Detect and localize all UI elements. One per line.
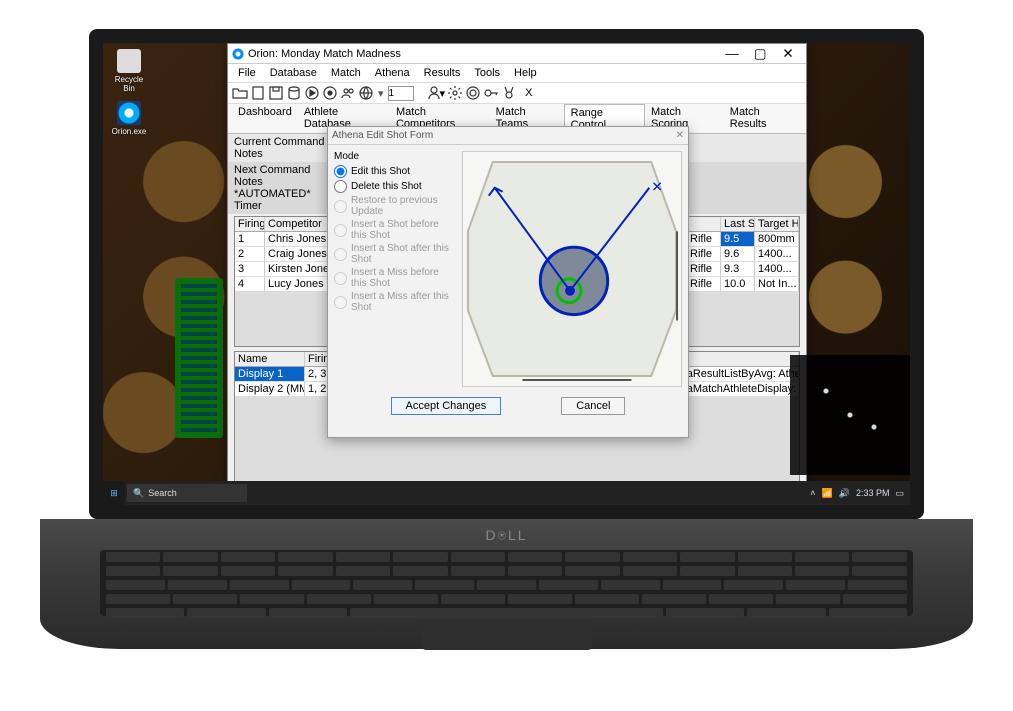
person-dropdown-icon[interactable]: ▾	[440, 87, 446, 100]
tray-chevron-icon[interactable]: ˄	[810, 488, 815, 498]
new-doc-icon[interactable]	[250, 85, 266, 101]
svg-text:✕: ✕	[651, 179, 663, 195]
close-button[interactable]: ✕	[774, 46, 802, 62]
record-icon[interactable]	[322, 85, 338, 101]
target-icon[interactable]	[465, 85, 481, 101]
col-target-height[interactable]: Target Height	[755, 217, 799, 231]
people-icon[interactable]	[340, 85, 356, 101]
tab-match-results[interactable]: Match Results	[724, 104, 802, 133]
gear-icon[interactable]	[447, 85, 463, 101]
menu-athena[interactable]: Athena	[369, 66, 416, 80]
tray-sound-icon[interactable]: 🔊	[839, 488, 850, 499]
col-name[interactable]: Name	[235, 352, 305, 366]
taskbar: ⊞ 🔍 Search ˄ 📶 🔊 2:33 PM ▭	[103, 481, 910, 505]
menubar: File Database Match Athena Results Tools…	[228, 64, 806, 83]
taskbar-clock[interactable]: 2:33 PM	[856, 488, 890, 498]
database-icon[interactable]	[286, 85, 302, 101]
mode-option-4: Insert a Shot after this Shot	[334, 243, 456, 265]
recycle-bin-label: Recycle Bin	[109, 75, 149, 93]
titlebar[interactable]: Orion: Monday Match Madness — ▢ ✕	[228, 44, 806, 64]
mode-option-0[interactable]: Edit this Shot	[334, 165, 456, 178]
chevron-down-icon[interactable]: ▾	[378, 87, 384, 100]
cancel-button[interactable]: Cancel	[561, 397, 625, 415]
maximize-button[interactable]: ▢	[746, 46, 774, 62]
folder-open-icon[interactable]	[232, 85, 248, 101]
automated-label: *AUTOMATED*	[234, 188, 334, 200]
start-button[interactable]: ⊞	[103, 481, 125, 505]
minimize-button[interactable]: —	[718, 46, 746, 62]
globe-icon[interactable]	[358, 85, 374, 101]
current-command-label: Current Command	[234, 136, 334, 148]
dialog-title: Athena Edit Shot Form	[332, 130, 433, 141]
toolbar-number-input[interactable]	[388, 86, 414, 101]
taskbar-search[interactable]: 🔍 Search	[127, 484, 247, 502]
recycle-bin[interactable]: Recycle Bin	[109, 49, 149, 93]
search-icon: 🔍	[133, 488, 144, 499]
menu-help[interactable]: Help	[508, 66, 543, 80]
toolbar-x-label: X	[525, 87, 532, 99]
mode-option-5: Insert a Miss before this Shot	[334, 267, 456, 289]
save-icon[interactable]	[268, 85, 284, 101]
col-last-shot[interactable]: Last Shot	[721, 217, 755, 231]
current-notes-label: Notes	[234, 148, 334, 160]
next-command-label: Next Command	[234, 164, 334, 176]
dell-logo: D⍟LL	[40, 519, 973, 544]
orion-icon	[232, 48, 244, 60]
accept-changes-button[interactable]: Accept Changes	[391, 397, 502, 415]
play-icon[interactable]	[304, 85, 320, 101]
orion-shortcut[interactable]: Orion.exe	[109, 101, 149, 136]
key-icon[interactable]	[483, 85, 499, 101]
dialog-titlebar[interactable]: Athena Edit Shot Form ✕	[328, 127, 688, 145]
mode-heading: Mode	[334, 151, 456, 162]
menu-tools[interactable]: Tools	[468, 66, 506, 80]
shot-target-pane[interactable]: ✕	[462, 151, 682, 387]
mode-option-1[interactable]: Delete this Shot	[334, 180, 456, 193]
menu-results[interactable]: Results	[418, 66, 467, 80]
menu-file[interactable]: File	[232, 66, 262, 80]
medal-icon[interactable]	[501, 85, 517, 101]
col-firing-point[interactable]: Firing Point	[235, 217, 265, 231]
menu-database[interactable]: Database	[264, 66, 323, 80]
timer-label: Timer	[234, 200, 334, 212]
tray-notifications-icon[interactable]: ▭	[895, 488, 904, 499]
taskbar-search-placeholder: Search	[148, 488, 177, 498]
menu-match[interactable]: Match	[325, 66, 367, 80]
toolbar: ▾ ▾ X	[228, 83, 806, 104]
next-notes-label: Notes	[234, 176, 334, 188]
tab-dashboard[interactable]: Dashboard	[232, 104, 298, 133]
mode-option-3: Insert a Shot before this Shot	[334, 219, 456, 241]
dialog-close-icon[interactable]: ✕	[676, 130, 684, 141]
orion-shortcut-label: Orion.exe	[109, 127, 149, 136]
window-title: Orion: Monday Match Madness	[248, 48, 401, 60]
tray-network-icon[interactable]: 📶	[822, 488, 833, 499]
mode-option-6: Insert a Miss after this Shot	[334, 291, 456, 313]
mode-option-2: Restore to previous Update	[334, 195, 456, 217]
athena-edit-shot-dialog: Athena Edit Shot Form ✕ Mode Edit this S…	[327, 126, 689, 438]
